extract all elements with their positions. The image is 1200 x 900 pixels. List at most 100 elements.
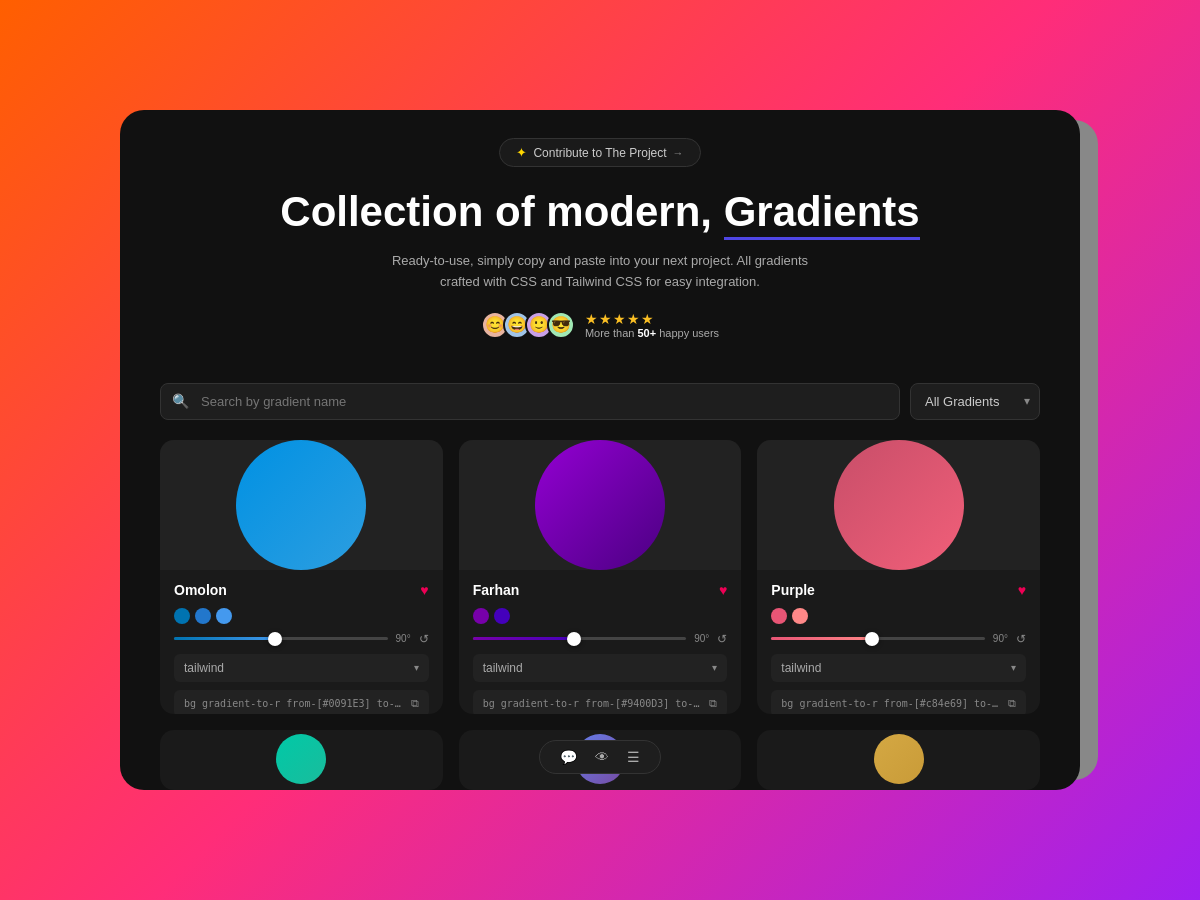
- card-title-row-omolon: Omolon ♥: [174, 582, 429, 598]
- tablet-main: ✦ Contribute to The Project → Collection…: [120, 110, 1080, 790]
- avatars: 😊 😄 🙂 😎: [481, 311, 575, 339]
- swatch-omolon-3: [216, 608, 232, 624]
- eye-icon[interactable]: 👁: [595, 749, 609, 765]
- title-start: Collection of modern,: [280, 188, 712, 235]
- header: ✦ Contribute to The Project → Collection…: [120, 110, 1080, 383]
- card-name-omolon: Omolon: [174, 582, 227, 598]
- swatch-farhan-1: [473, 608, 489, 624]
- gradient-circle-purple: [834, 440, 964, 570]
- cards-grid: Omolon ♥ 90° ↺: [120, 440, 1080, 714]
- circle-teal: [276, 734, 326, 784]
- card-body-purple: Purple ♥ 90° ↺: [757, 570, 1040, 714]
- format-row-omolon[interactable]: tailwind ▾: [174, 654, 429, 682]
- card-partial-3: [757, 730, 1040, 790]
- format-row-purple[interactable]: tailwind ▾: [771, 654, 1026, 682]
- list-icon[interactable]: ☰: [627, 749, 640, 765]
- happy-users-text: More than 50+ happy users: [585, 327, 719, 339]
- code-text-purple: bg_gradient-to-r from-[#c84e69] to-[#F15…: [781, 698, 1002, 709]
- card-preview-farhan: [459, 440, 742, 570]
- slider-fill-farhan: [473, 637, 580, 640]
- search-row: 🔍 All Gradients: [120, 383, 1080, 420]
- heart-icon-omolon[interactable]: ♥: [420, 582, 428, 598]
- slider-thumb-farhan: [567, 632, 581, 646]
- contribute-label: Contribute to The Project: [533, 146, 666, 160]
- tablet-stack: ✦ Contribute to The Project → Collection…: [120, 110, 1080, 790]
- card-omolon: Omolon ♥ 90° ↺: [160, 440, 443, 714]
- card-body-omolon: Omolon ♥ 90° ↺: [160, 570, 443, 714]
- card-name-purple: Purple: [771, 582, 815, 598]
- slider-thumb-omolon: [268, 632, 282, 646]
- slider-purple[interactable]: [771, 637, 985, 640]
- search-icon: 🔍: [172, 393, 189, 409]
- swatch-omolon-2: [195, 608, 211, 624]
- code-row-purple: bg_gradient-to-r from-[#c84e69] to-[#F15…: [771, 690, 1026, 714]
- angle-label-omolon: 90°: [396, 633, 411, 644]
- slider-fill-purple: [771, 637, 878, 640]
- card-partial-1: [160, 730, 443, 790]
- bottom-toolbar: 💬 👁 ☰: [539, 740, 661, 774]
- card-name-farhan: Farhan: [473, 582, 520, 598]
- star-icon: ✦: [516, 145, 527, 160]
- stars: ★★★★★: [585, 311, 655, 327]
- heart-icon-purple[interactable]: ♥: [1018, 582, 1026, 598]
- slider-omolon[interactable]: [174, 637, 388, 640]
- search-input[interactable]: [160, 383, 900, 420]
- angle-row-farhan: 90° ↺: [473, 632, 728, 646]
- format-label-farhan: tailwind: [483, 661, 523, 675]
- filter-select-wrap: All Gradients: [910, 383, 1040, 420]
- card-farhan: Farhan ♥ 90° ↺: [459, 440, 742, 714]
- color-swatches-omolon: [174, 608, 429, 624]
- copy-icon-omolon[interactable]: ⧉: [411, 697, 419, 710]
- copy-icon-purple[interactable]: ⧉: [1008, 697, 1016, 710]
- social-proof: 😊 😄 🙂 😎 ★★★★★ More than 50+ happy users: [481, 311, 719, 339]
- swatch-omolon-1: [174, 608, 190, 624]
- refresh-icon-omolon[interactable]: ↺: [419, 632, 429, 646]
- format-label-omolon: tailwind: [184, 661, 224, 675]
- color-swatches-farhan: [473, 608, 728, 624]
- format-row-farhan[interactable]: tailwind ▾: [473, 654, 728, 682]
- format-label-purple: tailwind: [781, 661, 821, 675]
- card-purple: Purple ♥ 90° ↺: [757, 440, 1040, 714]
- user-count: 50+: [637, 327, 656, 339]
- swatch-purple-2: [792, 608, 808, 624]
- filter-select[interactable]: All Gradients: [910, 383, 1040, 420]
- refresh-icon-farhan[interactable]: ↺: [717, 632, 727, 646]
- gradient-circle-farhan: [535, 440, 665, 570]
- chevron-icon-omolon: ▾: [414, 662, 419, 673]
- slider-fill-omolon: [174, 637, 281, 640]
- angle-row-purple: 90° ↺: [771, 632, 1026, 646]
- copy-icon-farhan[interactable]: ⧉: [709, 697, 717, 710]
- contribute-button[interactable]: ✦ Contribute to The Project →: [499, 138, 700, 167]
- card-preview-purple: [757, 440, 1040, 570]
- refresh-icon-purple[interactable]: ↺: [1016, 632, 1026, 646]
- angle-row-omolon: 90° ↺: [174, 632, 429, 646]
- chevron-icon-purple: ▾: [1011, 662, 1016, 673]
- main-title: Collection of modern, Gradients: [280, 187, 919, 237]
- card-title-row-purple: Purple ♥: [771, 582, 1026, 598]
- stars-wrap: ★★★★★ More than 50+ happy users: [585, 311, 719, 339]
- gradient-circle-omolon: [236, 440, 366, 570]
- code-text-omolon: bg_gradient-to-r from-[#0091E3] to-[#2D9…: [184, 698, 405, 709]
- avatar-4: 😎: [547, 311, 575, 339]
- angle-label-purple: 90°: [993, 633, 1008, 644]
- arrow-icon: →: [673, 147, 684, 159]
- heart-icon-farhan[interactable]: ♥: [719, 582, 727, 598]
- angle-label-farhan: 90°: [694, 633, 709, 644]
- slider-farhan[interactable]: [473, 637, 687, 640]
- chevron-icon-farhan: ▾: [712, 662, 717, 673]
- card-body-farhan: Farhan ♥ 90° ↺: [459, 570, 742, 714]
- card-preview-omolon: [160, 440, 443, 570]
- color-swatches-purple: [771, 608, 1026, 624]
- comment-icon[interactable]: 💬: [560, 749, 577, 765]
- search-wrap: 🔍: [160, 383, 900, 420]
- swatch-farhan-2: [494, 608, 510, 624]
- slider-thumb-purple: [865, 632, 879, 646]
- card-title-row-farhan: Farhan ♥: [473, 582, 728, 598]
- code-row-farhan: bg_gradient-to-r from-[#9400D3] to-[#4B0…: [473, 690, 728, 714]
- title-highlight: Gradients: [724, 188, 920, 240]
- subtitle: Ready-to-use, simply copy and paste into…: [390, 251, 810, 293]
- code-row-omolon: bg_gradient-to-r from-[#0091E3] to-[#2D9…: [174, 690, 429, 714]
- swatch-purple-1: [771, 608, 787, 624]
- circle-gold: [874, 734, 924, 784]
- code-text-farhan: bg_gradient-to-r from-[#9400D3] to-[#4B0…: [483, 698, 704, 709]
